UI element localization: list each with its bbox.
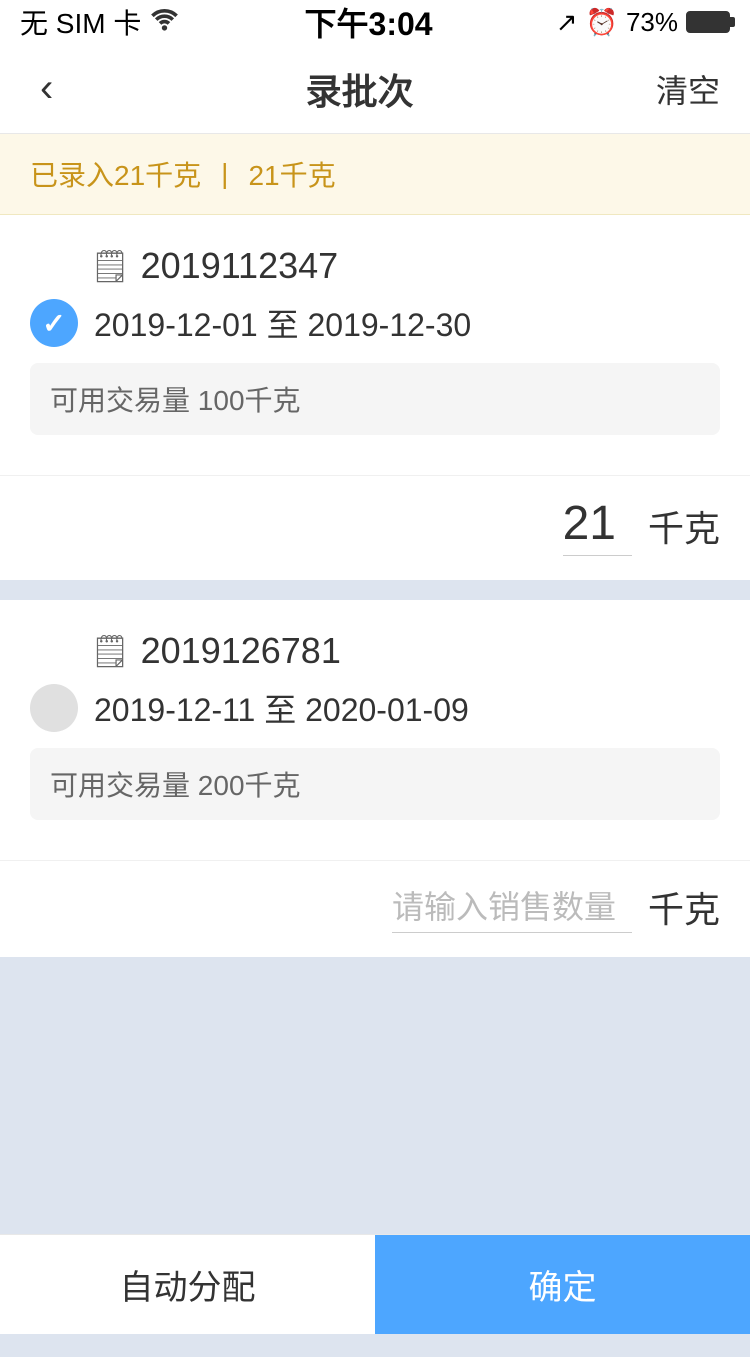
status-bar: 无 SIM 卡 下午3:04 ↗ ⏰ 73% [0,0,750,44]
batch-2-id-row: 🗒 2019126781 [30,630,720,672]
batch-2-available-label: 可用交易量 [50,770,190,801]
batch-1-available-value: 100千克 [198,385,301,416]
batch-1-date-row[interactable]: ✓ 2019-12-01 至 2019-12-30 [30,299,720,347]
batch-2-id: 2019126781 [141,630,341,672]
batch-card-1-inner: 🗒 2019112347 ✓ 2019-12-01 至 2019-12-30 可… [0,215,750,475]
batch-1-available: 可用交易量 100千克 [30,363,720,435]
batch-card-2-inner: 🗒 2019126781 2019-12-11 至 2020-01-09 可用交… [0,600,750,860]
info-banner: 已录入21千克 | 21千克 [0,134,750,215]
batch-1-id-row: 🗒 2019112347 [30,245,720,287]
wifi-icon [151,6,181,38]
bottom-bar: 自动分配 确定 [0,1234,750,1334]
batch-1-quantity-row: 21 千克 [0,475,750,580]
batch-2-unit: 千克 [648,881,720,933]
batch-2-input-underline[interactable]: 请输入销售数量 [392,882,632,933]
batch-1-radio[interactable]: ✓ [30,299,78,347]
battery-icon [686,11,730,33]
recorded-label: 已录入21千克 [30,154,201,194]
batch-2-input-row[interactable]: 请输入销售数量 千克 [0,860,750,957]
status-left: 无 SIM 卡 [20,2,181,42]
nav-bar: ‹ 录批次 清空 [0,44,750,134]
batch-1-date: 2019-12-01 至 2019-12-30 [94,300,471,346]
batch-2-date-row[interactable]: 2019-12-11 至 2020-01-09 [30,684,720,732]
batch-2-available-value: 200千克 [198,770,301,801]
batch-1-icon: 🗒 [90,247,131,285]
battery-percent: 73% [626,7,678,38]
clear-button[interactable]: 清空 [656,66,720,112]
confirm-button[interactable]: 确定 [375,1235,750,1334]
auto-distribute-button[interactable]: 自动分配 [0,1235,375,1334]
batch-1-unit: 千克 [648,500,720,552]
batch-2-input-placeholder: 请输入销售数量 [392,889,616,925]
batch-2-date: 2019-12-11 至 2020-01-09 [94,685,469,731]
batch-2-icon: 🗒 [90,632,131,670]
recorded-value: 21千克 [248,154,335,194]
alarm-icon: ⏰ [586,7,618,38]
checkmark-icon: ✓ [42,307,65,340]
status-right: ↗ ⏰ 73% [556,7,730,38]
section-separator-1 [0,580,750,600]
batch-1-id: 2019112347 [141,245,339,287]
batch-2-radio[interactable] [30,684,78,732]
page-title: 录批次 [306,63,414,115]
batch-1-quantity-underline: 21 [563,496,632,556]
status-time: 下午3:04 [305,0,433,45]
back-button[interactable]: ‹ [30,56,63,121]
batch-card-2: 🗒 2019126781 2019-12-11 至 2020-01-09 可用交… [0,600,750,957]
batch-1-quantity[interactable]: 21 [563,496,616,551]
batch-2-available: 可用交易量 200千克 [30,748,720,820]
sim-status: 无 SIM 卡 [20,2,141,42]
batch-card-1: 🗒 2019112347 ✓ 2019-12-01 至 2019-12-30 可… [0,215,750,580]
batch-1-available-label: 可用交易量 [50,385,190,416]
location-icon: ↗ [556,7,578,38]
info-divider: | [221,158,228,190]
